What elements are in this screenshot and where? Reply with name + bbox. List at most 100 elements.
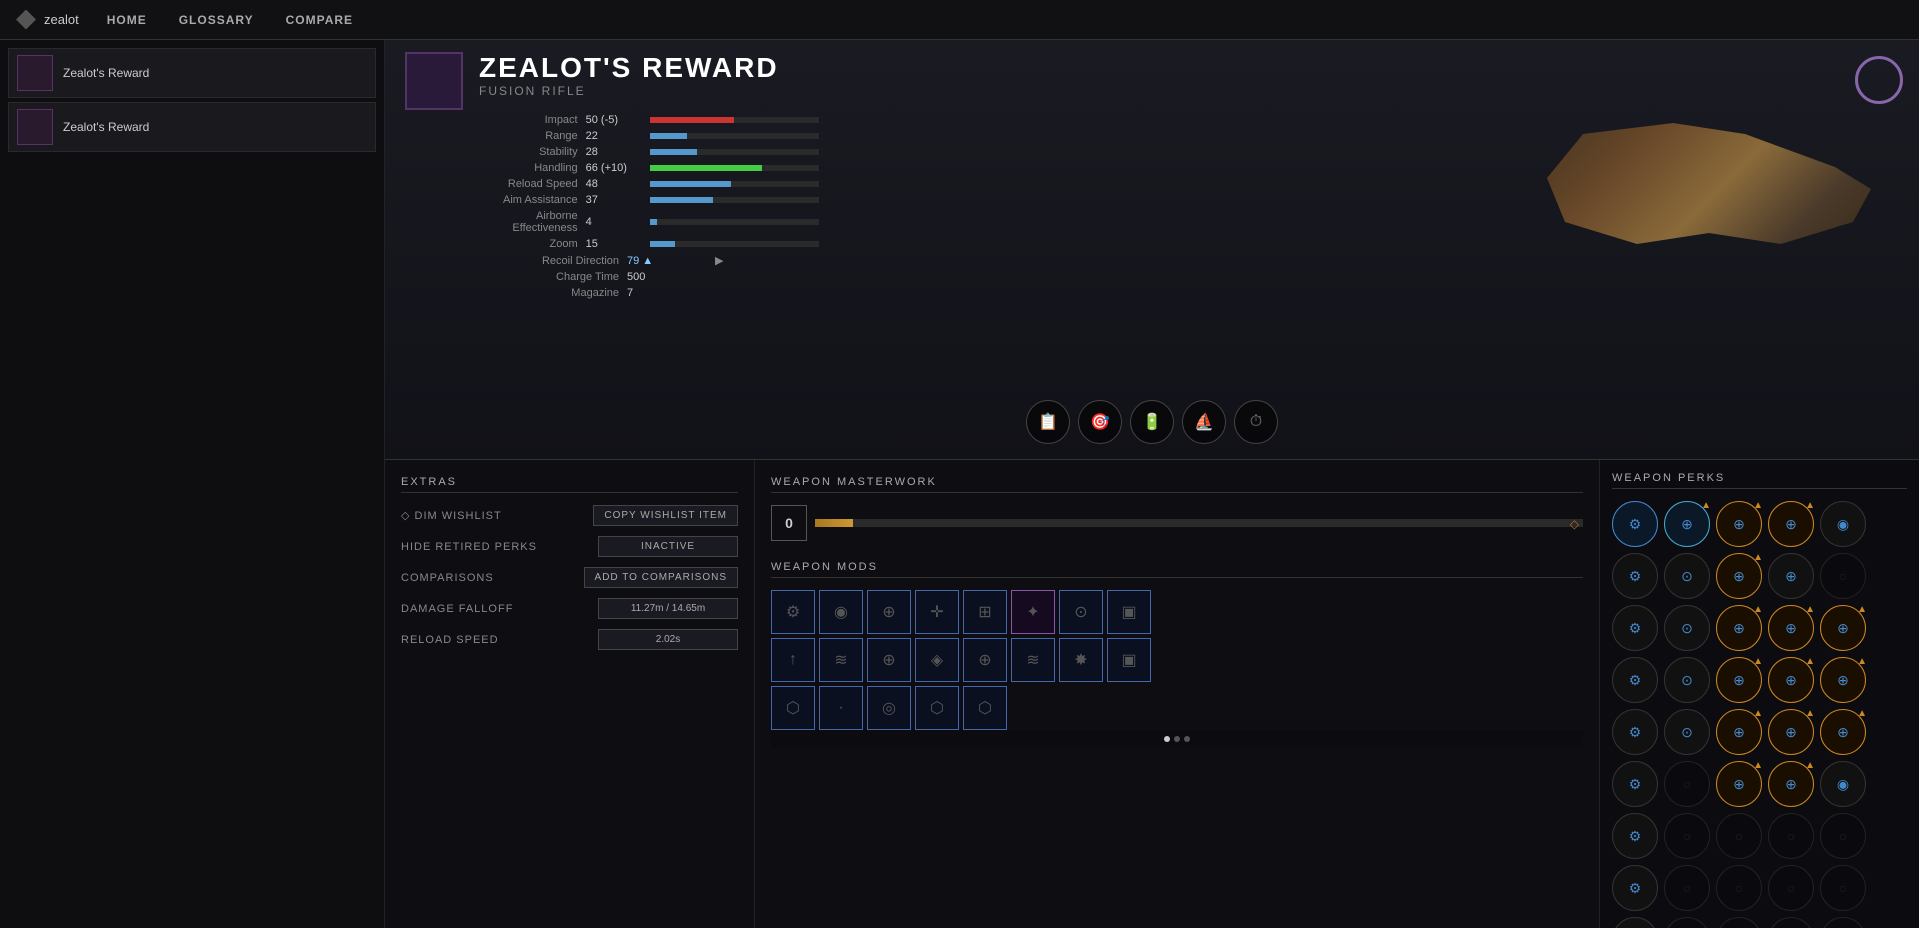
stat-label-recoil: Recoil Direction (479, 255, 619, 267)
mod-slot-17[interactable]: · (819, 686, 863, 730)
perk-3-1[interactable]: ⊙ (1664, 657, 1710, 703)
perk-5-4[interactable]: ◉ (1820, 761, 1866, 807)
perk-5-2[interactable]: ⊕▲ (1716, 761, 1762, 807)
perk-4-2[interactable]: ⊕▲ (1716, 709, 1762, 755)
mod-slot-9[interactable]: ≋ (819, 638, 863, 682)
add-to-comparisons-button[interactable]: ADD TO COMPARISONS (584, 567, 738, 588)
perk-0-0[interactable]: ⚙ (1612, 501, 1658, 547)
stat-label-airborne: Airborne Effectiveness (479, 210, 578, 234)
inactive-button[interactable]: INACTIVE (598, 536, 738, 557)
perk-3-4[interactable]: ⊕▲ (1820, 657, 1866, 703)
perk-6-0[interactable]: ⚙ (1612, 813, 1658, 859)
stat-value-handling: 66 (+10) (586, 162, 642, 174)
mod-slot-0[interactable]: ⚙ (771, 590, 815, 634)
mod-slot-19[interactable]: ⬡ (915, 686, 959, 730)
perk-3-3[interactable]: ⊕▲ (1768, 657, 1814, 703)
perk-6-2[interactable]: ○ (1716, 813, 1762, 859)
mod-slot-18[interactable]: ◎ (867, 686, 911, 730)
mod-slot-11[interactable]: ◈ (915, 638, 959, 682)
mod-slot-12[interactable]: ⊕ (963, 638, 1007, 682)
extras-row-reload-speed: RELOAD SPEED 2.02s (401, 629, 738, 650)
bottom-icon-ship[interactable]: ⛵ (1182, 400, 1226, 444)
mod-slot-5[interactable]: ✦ (1011, 590, 1055, 634)
perk-8-3[interactable]: ○ (1768, 917, 1814, 928)
stat-fill-reload (650, 181, 731, 187)
perk-1-4[interactable]: ○ (1820, 553, 1866, 599)
perk-8-4[interactable]: ○ (1820, 917, 1866, 928)
perk-0-3[interactable]: ⊕▲ (1768, 501, 1814, 547)
copy-wishlist-button[interactable]: COPY WISHLIST ITEM (593, 505, 738, 526)
extras-label-wishlist: ◇ DIM WISHLIST (401, 509, 502, 522)
masterwork-bar[interactable]: ◇ (815, 519, 1583, 527)
mod-slot-1[interactable]: ◉ (819, 590, 863, 634)
perk-2-2[interactable]: ⊕▲ (1716, 605, 1762, 651)
perk-4-4[interactable]: ⊕▲ (1820, 709, 1866, 755)
mod-slot-8[interactable]: ↑ (771, 638, 815, 682)
content-area: ZEALOT'S REWARD FUSION RIFLE Impact 50 (… (385, 40, 1919, 928)
mod-slot-7[interactable]: ▣ (1107, 590, 1151, 634)
masterwork-bar-row: 0 ◇ (771, 505, 1583, 541)
nav-compare[interactable]: COMPARE (282, 13, 357, 27)
bottom-icon-target[interactable]: 🎯 (1078, 400, 1122, 444)
bottom-icon-battery[interactable]: 🔋 (1130, 400, 1174, 444)
perk-7-0[interactable]: ⚙ (1612, 865, 1658, 911)
masterwork-mods-panel: WEAPON MASTERWORK 0 ◇ WEAPON MODS ⚙ ◉ (755, 460, 1599, 928)
mod-slot-3[interactable]: ✛ (915, 590, 959, 634)
bottom-icon-notes[interactable]: 📋 (1026, 400, 1070, 444)
perk-1-1[interactable]: ⊙ (1664, 553, 1710, 599)
perk-1-0[interactable]: ⚙ (1612, 553, 1658, 599)
stat-fill-range (650, 133, 687, 139)
perk-6-3[interactable]: ○ (1768, 813, 1814, 859)
perk-7-2[interactable]: ○ (1716, 865, 1762, 911)
perk-1-3[interactable]: ⊕ (1768, 553, 1814, 599)
perk-3-2[interactable]: ⊕▲ (1716, 657, 1762, 703)
mod-slot-20[interactable]: ⬡ (963, 686, 1007, 730)
stat-value-recoil: 79 ▲ (627, 255, 707, 267)
extras-label-falloff: DAMAGE FALLOFF (401, 603, 513, 615)
perk-7-3[interactable]: ○ (1768, 865, 1814, 911)
perk-8-0[interactable]: ⚙ (1612, 917, 1658, 928)
mod-slot-13[interactable]: ≋ (1011, 638, 1055, 682)
sidebar-item-1[interactable]: Zealot's Reward (8, 102, 376, 152)
nav-glossary[interactable]: GLOSSARY (175, 13, 258, 27)
perk-2-0[interactable]: ⚙ (1612, 605, 1658, 651)
perk-6-4[interactable]: ○ (1820, 813, 1866, 859)
perk-7-1[interactable]: ○ (1664, 865, 1710, 911)
perk-2-4[interactable]: ⊕▲ (1820, 605, 1866, 651)
perk-6-1[interactable]: ○ (1664, 813, 1710, 859)
perk-7-4[interactable]: ○ (1820, 865, 1866, 911)
bottom-icon-clock[interactable]: ⏱ (1234, 400, 1278, 444)
perk-8-2[interactable]: ○ (1716, 917, 1762, 928)
stat-row-charge: Charge Time 500 (479, 271, 819, 283)
masterwork-title: WEAPON MASTERWORK (771, 476, 1583, 493)
perk-0-1[interactable]: ⊕▲ (1664, 501, 1710, 547)
mod-slot-14[interactable]: ✸ (1059, 638, 1103, 682)
stat-value-zoom: 15 (586, 238, 642, 250)
perk-5-0[interactable]: ⚙ (1612, 761, 1658, 807)
extras-row-wishlist: ◇ DIM WISHLIST COPY WISHLIST ITEM (401, 505, 738, 526)
perk-4-3[interactable]: ⊕▲ (1768, 709, 1814, 755)
stat-value-airborne: 4 (586, 216, 642, 228)
mod-slot-10[interactable]: ⊕ (867, 638, 911, 682)
mod-slot-16[interactable]: ⬡ (771, 686, 815, 730)
sidebar-item-0[interactable]: Zealot's Reward (8, 48, 376, 98)
perk-2-3[interactable]: ⊕▲ (1768, 605, 1814, 651)
nav-home[interactable]: HOME (103, 13, 151, 27)
stat-fill-impact (650, 117, 735, 123)
perk-2-1[interactable]: ⊙ (1664, 605, 1710, 651)
perk-4-1[interactable]: ⊙ (1664, 709, 1710, 755)
perk-1-2[interactable]: ⊕▲ (1716, 553, 1762, 599)
perk-0-2[interactable]: ⊕▲ (1716, 501, 1762, 547)
perk-3-0[interactable]: ⚙ (1612, 657, 1658, 703)
mod-slot-2[interactable]: ⊕ (867, 590, 911, 634)
perk-0-4[interactable]: ◉ (1820, 501, 1866, 547)
lower-section: EXTRAS ◇ DIM WISHLIST COPY WISHLIST ITEM… (385, 460, 1919, 928)
perk-5-3[interactable]: ⊕▲ (1768, 761, 1814, 807)
mod-slot-15[interactable]: ▣ (1107, 638, 1151, 682)
weapon-image (1519, 50, 1899, 350)
mod-slot-4[interactable]: ⊞ (963, 590, 1007, 634)
perk-8-1[interactable]: ○ (1664, 917, 1710, 928)
perk-5-1[interactable]: ○ (1664, 761, 1710, 807)
mod-slot-6[interactable]: ⊙ (1059, 590, 1103, 634)
perk-4-0[interactable]: ⚙ (1612, 709, 1658, 755)
